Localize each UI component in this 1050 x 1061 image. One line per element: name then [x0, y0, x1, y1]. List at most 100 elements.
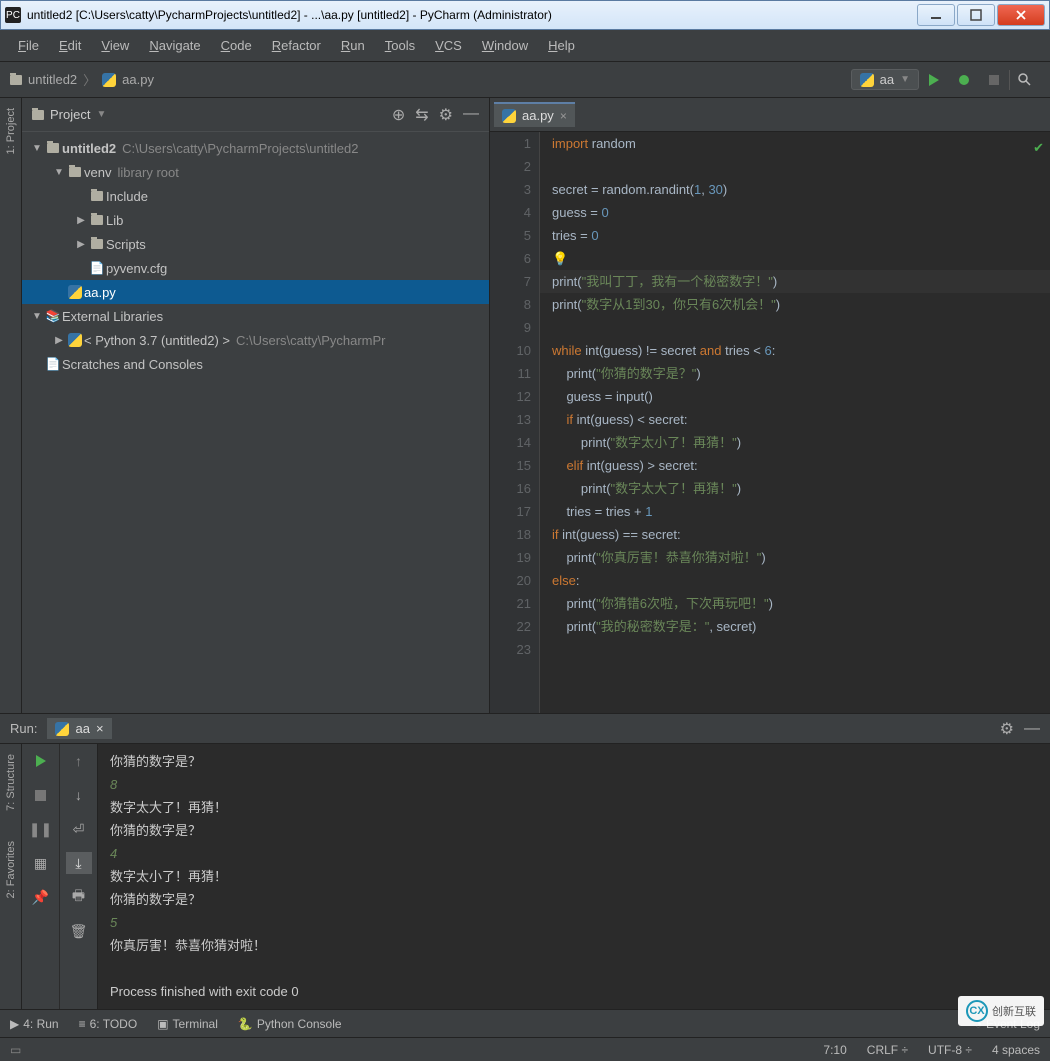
stop-button[interactable]: [28, 784, 54, 806]
minimize-button[interactable]: [917, 4, 955, 26]
editor-body[interactable]: 1234567891011121314151617181920212223 im…: [490, 132, 1050, 713]
tree-item[interactable]: Include: [22, 184, 489, 208]
libraries-icon: 📚: [44, 309, 62, 323]
breadcrumb[interactable]: untitled2 〉 aa.py: [10, 70, 154, 89]
project-tree[interactable]: ▼untitled2C:\Users\catty\PycharmProjects…: [22, 132, 489, 713]
folder-icon: [88, 239, 106, 249]
python-icon: [860, 73, 874, 87]
run-configuration-selector[interactable]: aa ▼: [851, 69, 919, 90]
tool-run[interactable]: ▶ 4: Run: [10, 1017, 59, 1031]
up-button[interactable]: ↑: [66, 750, 92, 772]
console-line: [110, 957, 1038, 980]
editor-panel: aa.py × 12345678910111213141516171819202…: [490, 98, 1050, 713]
tree-item-label: Scripts: [106, 237, 146, 252]
tool-todo[interactable]: ≡ 6: TODO: [79, 1017, 138, 1031]
tool-terminal[interactable]: ▣ Terminal: [157, 1017, 218, 1031]
console-line: 你猜的数字是？: [110, 819, 1038, 842]
panel-title: Project: [50, 107, 90, 122]
layout-button[interactable]: ▦: [28, 852, 54, 874]
tree-item[interactable]: aa.py: [22, 280, 489, 304]
menu-vcs[interactable]: VCS: [427, 34, 470, 57]
navigation-bar: untitled2 〉 aa.py aa ▼: [0, 62, 1050, 98]
expand-arrow-icon[interactable]: ▶: [74, 215, 88, 226]
run-tab[interactable]: aa ×: [47, 718, 111, 739]
settings-icon[interactable]: ⚙: [1000, 719, 1014, 739]
editor-tab[interactable]: aa.py ×: [494, 102, 575, 127]
search-everywhere-button[interactable]: [1010, 65, 1040, 95]
run-button[interactable]: [919, 65, 949, 95]
pin-button[interactable]: 📌: [28, 886, 54, 908]
scratches-icon: 📄: [44, 357, 62, 371]
tree-item[interactable]: 📄Scratches and Consoles: [22, 352, 489, 376]
tab-close-icon[interactable]: ×: [96, 721, 104, 736]
tree-item-label: Scratches and Consoles: [62, 357, 203, 372]
menu-view[interactable]: View: [93, 34, 137, 57]
expand-arrow-icon[interactable]: ▶: [52, 335, 66, 346]
code-area[interactable]: import random secret = random.randint(1,…: [540, 132, 1050, 713]
tree-item-label: Include: [106, 189, 148, 204]
tree-item[interactable]: 📄pyvenv.cfg: [22, 256, 489, 280]
tree-item-path: C:\Users\catty\PycharmPr: [236, 333, 386, 348]
python-file-icon: [102, 73, 116, 87]
locate-icon[interactable]: ⊕: [392, 105, 405, 125]
hide-icon[interactable]: —: [1024, 720, 1040, 738]
run-config-name: aa: [880, 72, 894, 87]
run-toolbar-left: ❚❚ ▦ 📌: [22, 744, 60, 1009]
tab-close-icon[interactable]: ×: [560, 109, 567, 123]
scroll-end-button[interactable]: ⤓: [66, 852, 92, 874]
watermark-text: 创新互联: [992, 1003, 1036, 1019]
line-separator[interactable]: CRLF ÷: [867, 1043, 908, 1057]
dropdown-icon[interactable]: ▼: [96, 109, 106, 120]
debug-button[interactable]: [949, 65, 979, 95]
expand-arrow-icon[interactable]: ▼: [52, 167, 66, 178]
expand-arrow-icon[interactable]: ▼: [30, 311, 44, 322]
rerun-button[interactable]: [28, 750, 54, 772]
menu-code[interactable]: Code: [213, 34, 260, 57]
tree-item[interactable]: ▼venvlibrary root: [22, 160, 489, 184]
status-message-icon[interactable]: ▭: [10, 1043, 21, 1057]
collapse-all-icon[interactable]: ⇆: [415, 105, 428, 125]
close-button[interactable]: [997, 4, 1045, 26]
print-button[interactable]: 🖶: [66, 886, 92, 908]
stop-button[interactable]: [979, 65, 1009, 95]
tree-item[interactable]: ▶< Python 3.7 (untitled2) >C:\Users\catt…: [22, 328, 489, 352]
tool-python-console[interactable]: 🐍 Python Console: [238, 1017, 342, 1031]
hide-icon[interactable]: —: [463, 105, 479, 125]
menu-help[interactable]: Help: [540, 34, 583, 57]
settings-icon[interactable]: ⚙: [439, 105, 453, 125]
menu-run[interactable]: Run: [333, 34, 373, 57]
menu-refactor[interactable]: Refactor: [264, 34, 329, 57]
down-button[interactable]: ↓: [66, 784, 92, 806]
maximize-button[interactable]: [957, 4, 995, 26]
structure-tool-tab[interactable]: 7: Structure: [5, 754, 17, 811]
indent-setting[interactable]: 4 spaces: [992, 1043, 1040, 1057]
tree-item-label: untitled2: [62, 141, 116, 156]
folder-icon: [88, 215, 106, 225]
folder-icon: [66, 167, 84, 177]
expand-arrow-icon[interactable]: ▼: [30, 143, 44, 154]
menu-file[interactable]: File: [10, 34, 47, 57]
run-body: 7: Structure 2: Favorites ❚❚ ▦ 📌 ↑ ↓ ⏎ ⤓…: [0, 744, 1050, 1009]
cursor-position[interactable]: 7:10: [823, 1043, 846, 1057]
expand-arrow-icon[interactable]: ▶: [74, 239, 88, 250]
pause-button[interactable]: ❚❚: [28, 818, 54, 840]
menu-navigate[interactable]: Navigate: [141, 34, 208, 57]
menu-tools[interactable]: Tools: [377, 34, 423, 57]
breadcrumb-project: untitled2: [28, 72, 77, 87]
project-tool-tab[interactable]: 1: Project: [5, 108, 17, 154]
tree-item-label: Lib: [106, 213, 123, 228]
console-line: 数字太小了！再猜！: [110, 865, 1038, 888]
menu-edit[interactable]: Edit: [51, 34, 89, 57]
line-number-gutter: 1234567891011121314151617181920212223: [490, 132, 540, 713]
console-output[interactable]: 你猜的数字是？8数字太大了！再猜！你猜的数字是？4数字太小了！再猜！你猜的数字是…: [98, 744, 1050, 1009]
tree-item[interactable]: ▼untitled2C:\Users\catty\PycharmProjects…: [22, 136, 489, 160]
tree-item[interactable]: ▶ Scripts: [22, 232, 489, 256]
folder-icon: [32, 110, 44, 120]
favorites-tool-tab[interactable]: 2: Favorites: [5, 841, 17, 898]
trash-button[interactable]: 🗑: [66, 920, 92, 942]
tree-item[interactable]: ▶ Lib: [22, 208, 489, 232]
menu-window[interactable]: Window: [474, 34, 536, 57]
soft-wrap-button[interactable]: ⏎: [66, 818, 92, 840]
file-encoding[interactable]: UTF-8 ÷: [928, 1043, 972, 1057]
tree-item[interactable]: ▼📚External Libraries: [22, 304, 489, 328]
